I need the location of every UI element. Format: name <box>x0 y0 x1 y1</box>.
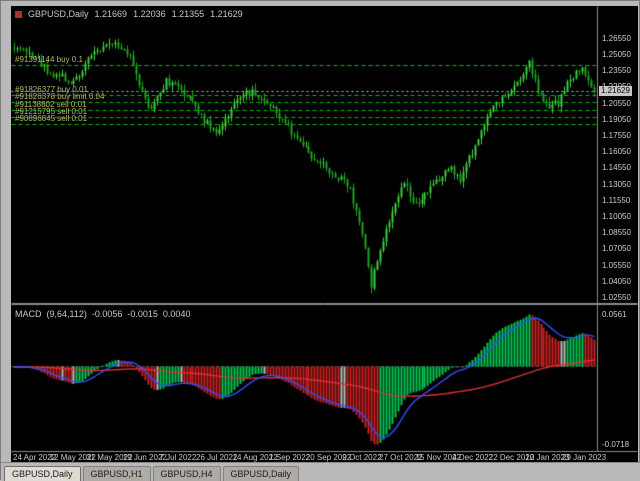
price-axis-tick: 1.17550 <box>602 131 631 141</box>
price-axis-tick: 1.08550 <box>602 228 631 238</box>
ohlc-low: 1.21355 <box>171 9 205 19</box>
price-axis-tick: 1.04050 <box>602 276 631 286</box>
date-axis-tick[interactable]: 7 Jul 2022 <box>159 453 196 462</box>
price-axis-tick: 1.23550 <box>602 66 631 76</box>
current-price-tag: 1.21629 <box>599 86 632 96</box>
price-axis-tick: 1.05550 <box>602 260 631 270</box>
price-axis-tick: 1.25050 <box>602 50 631 60</box>
indicator-value-2: -0.0015 <box>127 309 158 319</box>
chart-header: GBPUSD,Daily 1.21669 1.22036 1.21355 1.2… <box>15 9 243 19</box>
date-axis-tick[interactable]: 29 Jan 2023 <box>562 453 606 462</box>
price-axis-tick: 1.16050 <box>602 147 631 157</box>
price-axis-tick: 1.14550 <box>602 163 631 173</box>
macd-axis-tick-min: -0.0718 <box>602 440 630 449</box>
ohlc-close: 1.21629 <box>210 9 243 19</box>
order-line-label[interactable]: #91391144 buy 0.1 <box>15 55 83 64</box>
chart-tab-1[interactable]: GBPUSD,H1 <box>82 466 151 481</box>
date-axis-tick[interactable]: 4 Dec 2022 <box>452 453 493 462</box>
price-axis-tick: 1.07050 <box>602 244 631 254</box>
price-axis-tick: 1.19050 <box>602 114 631 124</box>
indicator-label: MACD (9,64,112) -0.0056 -0.0015 0.0040 <box>15 309 190 319</box>
chart-window: GBPUSD,Daily 1.21669 1.22036 1.21355 1.2… <box>11 6 638 462</box>
price-axis-tick: 1.26550 <box>602 33 631 43</box>
price-chart-canvas[interactable] <box>11 6 638 462</box>
chart-tab-0[interactable]: GBPUSD,Daily <box>4 466 81 481</box>
chart-tab-2[interactable]: GBPUSD,H4 <box>152 466 221 481</box>
price-axis-tick: 1.02550 <box>602 293 631 303</box>
price-axis-tick: 1.10050 <box>602 212 631 222</box>
chart-tab-3[interactable]: GBPUSD,Daily <box>222 466 300 481</box>
ohlc-open: 1.21669 <box>94 9 128 19</box>
date-axis-tick[interactable]: 1 Sep 2022 <box>269 453 310 462</box>
price-axis-tick: 1.20550 <box>602 98 631 108</box>
indicator-value-1: -0.0056 <box>91 309 123 319</box>
chart-icon <box>15 10 22 18</box>
date-axis-tick[interactable]: 26 Jul 2022 <box>196 453 237 462</box>
indicator-name: MACD <box>15 309 42 319</box>
date-axis-tick[interactable]: 9 Oct 2022 <box>342 453 381 462</box>
indicator-params: (9,64,112) <box>46 309 87 319</box>
chart-tabs-bar: GBPUSD,Daily GBPUSD,H1 GBPUSD,H4 GBPUSD,Dai… <box>1 462 640 481</box>
indicator-value-3: 0.0040 <box>162 309 191 319</box>
macd-axis-tick-max: 0.0561 <box>602 310 627 319</box>
ohlc-high: 1.22036 <box>133 9 166 19</box>
price-axis-tick: 1.13050 <box>602 179 631 189</box>
order-line-label[interactable]: #90896845 sell 0.01 <box>15 114 87 123</box>
chart-symbol-period: GBPUSD,Daily <box>28 9 89 19</box>
price-axis-tick: 1.11550 <box>602 195 631 205</box>
mt4-window: GBPUSD,Daily 1.21669 1.22036 1.21355 1.2… <box>0 0 640 481</box>
